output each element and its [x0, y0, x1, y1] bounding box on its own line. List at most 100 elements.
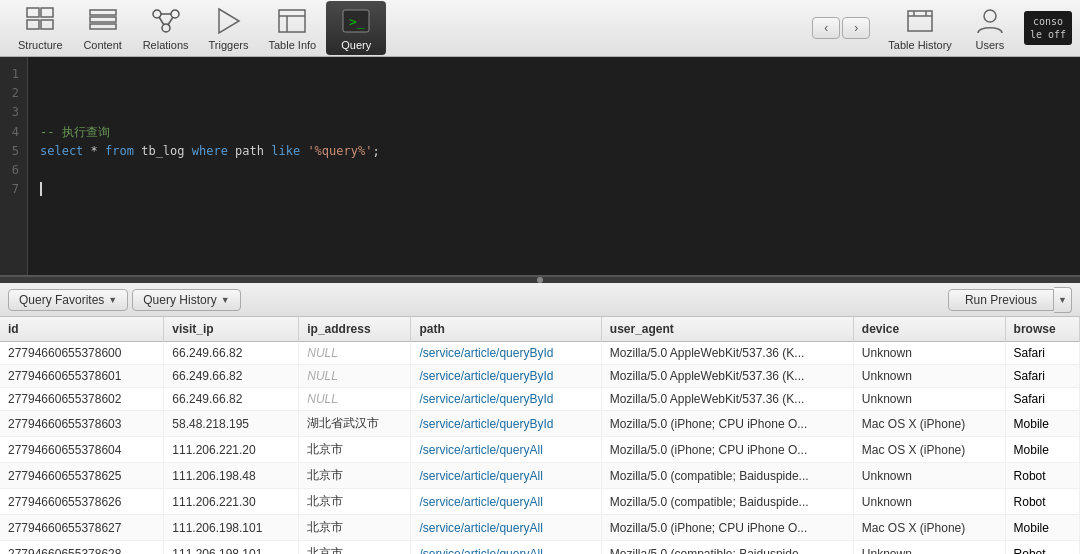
cell-path: /service/article/queryById — [411, 365, 601, 388]
svg-rect-4 — [90, 10, 116, 15]
cell-ip-address: 北京市 — [299, 515, 411, 541]
users-label: Users — [976, 39, 1005, 51]
table-row[interactable]: 27794660655378602 66.249.66.82 NULL /ser… — [0, 388, 1080, 411]
cell-user-agent: Mozilla/5.0 AppleWebKit/537.36 (K... — [601, 342, 853, 365]
toolbar-item-triggers[interactable]: Triggers — [199, 1, 259, 55]
col-header-browse: browse — [1005, 317, 1079, 342]
cell-path: /service/article/queryById — [411, 342, 601, 365]
table-row[interactable]: 27794660655378601 66.249.66.82 NULL /ser… — [0, 365, 1080, 388]
run-previous-label: Run Previous — [965, 293, 1037, 307]
query-favorites-button[interactable]: Query Favorites ▼ — [8, 289, 128, 311]
svg-point-8 — [171, 10, 179, 18]
cell-browse: Mobile — [1005, 515, 1079, 541]
cell-ip-address: 北京市 — [299, 489, 411, 515]
col-header-path: path — [411, 317, 601, 342]
cell-ip-address: 北京市 — [299, 437, 411, 463]
console-button[interactable]: console off — [1024, 11, 1072, 45]
cell-ip-address: NULL — [299, 342, 411, 365]
relations-icon — [150, 5, 182, 37]
cell-device: Unknown — [853, 489, 1005, 515]
editor-line-1 — [40, 65, 1068, 84]
nav-forward-button[interactable]: › — [842, 17, 870, 39]
tableinfo-label: Table Info — [269, 39, 317, 51]
content-icon — [87, 5, 119, 37]
editor-content[interactable]: -- 执行查询 select * from tb_log where path … — [28, 57, 1080, 275]
cell-user-agent: Mozilla/5.0 (iPhone; CPU iPhone O... — [601, 411, 853, 437]
cell-ip-address: NULL — [299, 365, 411, 388]
run-previous-dropdown[interactable]: ▼ — [1054, 287, 1072, 313]
cell-visit-ip: 111.206.221.20 — [164, 437, 299, 463]
table-row[interactable]: 27794660655378603 58.48.218.195 湖北省武汉市 /… — [0, 411, 1080, 437]
toolbar-right: ‹ › Table History — [812, 1, 1072, 55]
toolbar-item-structure[interactable]: Structure — [8, 1, 73, 55]
svg-line-12 — [168, 17, 173, 25]
cell-user-agent: Mozilla/5.0 AppleWebKit/537.36 (K... — [601, 388, 853, 411]
svg-rect-2 — [27, 20, 39, 29]
table-header-row: id visit_ip ip_address path user_agent d… — [0, 317, 1080, 342]
editor-line-7 — [40, 180, 1068, 199]
svg-rect-14 — [279, 10, 305, 32]
cell-visit-ip: 58.48.218.195 — [164, 411, 299, 437]
users-icon — [974, 5, 1006, 37]
cell-device: Unknown — [853, 342, 1005, 365]
query-icon: >_ — [340, 5, 372, 37]
cell-path: /service/article/queryAll — [411, 463, 601, 489]
cell-user-agent: Mozilla/5.0 AppleWebKit/537.36 (K... — [601, 365, 853, 388]
run-previous-button[interactable]: Run Previous — [948, 289, 1054, 311]
cell-id: 27794660655378603 — [0, 411, 164, 437]
table-row[interactable]: 27794660655378627 111.206.198.101 北京市 /s… — [0, 515, 1080, 541]
svg-point-23 — [984, 10, 996, 22]
cell-user-agent: Mozilla/5.0 (compatible; Baiduspide... — [601, 489, 853, 515]
toolbar-item-tableinfo[interactable]: Table Info — [259, 1, 327, 55]
table-row[interactable]: 27794660655378600 66.249.66.82 NULL /ser… — [0, 342, 1080, 365]
col-header-device: device — [853, 317, 1005, 342]
col-header-id: id — [0, 317, 164, 342]
svg-rect-5 — [90, 17, 116, 22]
cell-user-agent: Mozilla/5.0 (iPhone; CPU iPhone O... — [601, 515, 853, 541]
toolbar-item-query[interactable]: >_ Query — [326, 1, 386, 55]
structure-icon — [24, 5, 56, 37]
cell-ip-address: NULL — [299, 388, 411, 411]
query-editor[interactable]: 1 2 3 4 5 6 7 -- 执行查询 select * from tb_l… — [0, 57, 1080, 277]
text-cursor — [40, 182, 42, 196]
svg-rect-6 — [90, 24, 116, 29]
svg-point-9 — [162, 24, 170, 32]
cell-id: 27794660655378628 — [0, 541, 164, 555]
svg-text:>_: >_ — [349, 14, 365, 29]
cell-device: Unknown — [853, 463, 1005, 489]
toolbar-item-tablehistory[interactable]: Table History — [878, 1, 962, 55]
line-numbers: 1 2 3 4 5 6 7 — [0, 57, 28, 275]
cell-browse: Robot — [1005, 489, 1079, 515]
cell-browse: Mobile — [1005, 411, 1079, 437]
cell-device: Mac OS X (iPhone) — [853, 411, 1005, 437]
cell-browse: Robot — [1005, 463, 1079, 489]
cell-id: 27794660655378601 — [0, 365, 164, 388]
cell-browse: Robot — [1005, 541, 1079, 555]
cell-path: /service/article/queryAll — [411, 541, 601, 555]
svg-rect-0 — [27, 8, 39, 17]
table-row[interactable]: 27794660655378625 111.206.198.48 北京市 /se… — [0, 463, 1080, 489]
toolbar-item-users[interactable]: Users — [964, 1, 1016, 55]
query-history-button[interactable]: Query History ▼ — [132, 289, 240, 311]
nav-back-button[interactable]: ‹ — [812, 17, 840, 39]
table-row[interactable]: 27794660655378604 111.206.221.20 北京市 /se… — [0, 437, 1080, 463]
structure-label: Structure — [18, 39, 63, 51]
cell-device: Unknown — [853, 541, 1005, 555]
cell-ip-address: 北京市 — [299, 541, 411, 555]
cell-path: /service/article/queryById — [411, 411, 601, 437]
cell-visit-ip: 66.249.66.82 — [164, 365, 299, 388]
results-area[interactable]: id visit_ip ip_address path user_agent d… — [0, 317, 1080, 554]
table-row[interactable]: 27794660655378626 111.206.221.30 北京市 /se… — [0, 489, 1080, 515]
svg-rect-3 — [41, 20, 53, 29]
run-previous-group: Run Previous ▼ — [948, 287, 1072, 313]
cell-path: /service/article/queryById — [411, 388, 601, 411]
cell-id: 27794660655378604 — [0, 437, 164, 463]
col-header-ip-address: ip_address — [299, 317, 411, 342]
svg-rect-19 — [908, 11, 932, 31]
toolbar-item-content[interactable]: Content — [73, 1, 133, 55]
cell-device: Mac OS X (iPhone) — [853, 437, 1005, 463]
cell-id: 27794660655378600 — [0, 342, 164, 365]
toolbar-item-relations[interactable]: Relations — [133, 1, 199, 55]
cell-path: /service/article/queryAll — [411, 515, 601, 541]
table-row[interactable]: 27794660655378628 111.206.198.101 北京市 /s… — [0, 541, 1080, 555]
